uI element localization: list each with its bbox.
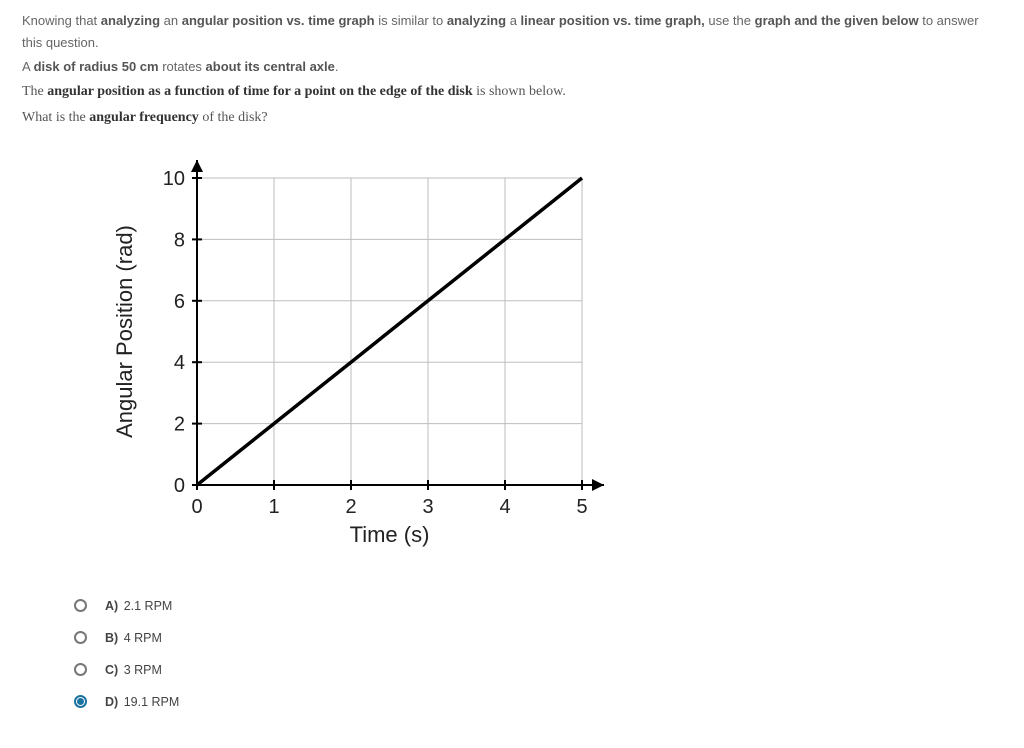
text-bold: angular position vs. time graph: [182, 13, 375, 28]
y-axis-arrow-icon: [191, 160, 203, 172]
answer-choices: A) 2.1 RPM B) 4 RPM C) 3 RPM D) 19.1 RPM: [74, 590, 1002, 718]
x-tick-label: 5: [576, 496, 587, 518]
radio-icon[interactable]: [74, 695, 87, 708]
radio-icon[interactable]: [74, 631, 87, 644]
text-bold: angular position as a function of time f…: [47, 84, 472, 99]
question-prompt: Knowing that analyzing an angular positi…: [22, 10, 1002, 130]
text: .: [335, 59, 339, 74]
text: an: [160, 13, 182, 28]
text-bold: about its central axle: [206, 59, 335, 74]
answer-letter: A): [105, 599, 118, 613]
text-bold: analyzing: [101, 13, 160, 28]
text: rotates: [159, 59, 206, 74]
text: is similar to: [375, 13, 447, 28]
prompt-line-2: A disk of radius 50 cm rotates about its…: [22, 56, 1002, 78]
answer-label: A) 2.1 RPM: [105, 599, 172, 613]
answer-choice[interactable]: A) 2.1 RPM: [74, 590, 1002, 622]
answer-text: 19.1 RPM: [124, 695, 180, 709]
y-tick-label: 8: [174, 229, 185, 251]
text: A: [22, 59, 34, 74]
radio-icon[interactable]: [74, 663, 87, 676]
text-bold: angular frequency: [89, 110, 199, 125]
y-tick-label: 4: [174, 352, 185, 374]
answer-choice[interactable]: D) 19.1 RPM: [74, 686, 1002, 718]
answer-label: D) 19.1 RPM: [105, 695, 179, 709]
answer-choice[interactable]: C) 3 RPM: [74, 654, 1002, 686]
text: Knowing that: [22, 13, 101, 28]
text-bold: graph and the given below: [755, 13, 919, 28]
y-axis-label: Angular Position (rad): [112, 225, 137, 438]
text: is shown below.: [473, 84, 566, 99]
text: of the disk?: [199, 110, 268, 125]
answer-label: B) 4 RPM: [105, 631, 162, 645]
x-tick-label: 4: [499, 496, 510, 518]
data-series-line: [197, 178, 582, 485]
answer-letter: B): [105, 631, 118, 645]
x-tick-label: 2: [345, 496, 356, 518]
prompt-line-4: What is the angular frequency of the dis…: [22, 106, 1002, 130]
y-tick-label: 6: [174, 291, 185, 313]
y-tick-label: 10: [163, 168, 185, 190]
text: The: [22, 84, 47, 99]
radio-icon[interactable]: [74, 599, 87, 612]
text-bold: linear position vs. time graph,: [521, 13, 705, 28]
chart-container: 0 1 2 3 4 5 0 2 4 6 8 10 Time (s) Angular Position (r…: [102, 160, 622, 560]
answer-choice[interactable]: B) 4 RPM: [74, 622, 1002, 654]
text-bold: analyzing: [447, 13, 506, 28]
x-axis-label: Time (s): [350, 522, 430, 547]
answer-letter: C): [105, 663, 118, 677]
y-tick-label: 2: [174, 413, 185, 435]
text: a: [506, 13, 520, 28]
angular-position-chart: 0 1 2 3 4 5 0 2 4 6 8 10 Time (s) Angular Position (r…: [102, 160, 622, 560]
text: use the: [705, 13, 755, 28]
answer-text: 4 RPM: [124, 631, 162, 645]
x-tick-label: 0: [191, 496, 202, 518]
text: What is the: [22, 110, 89, 125]
x-tick-label: 3: [422, 496, 433, 518]
y-tick-label: 0: [174, 475, 185, 497]
x-axis-arrow-icon: [592, 479, 604, 491]
answer-text: 3 RPM: [124, 663, 162, 677]
x-tick-label: 1: [268, 496, 279, 518]
answer-label: C) 3 RPM: [105, 663, 162, 677]
prompt-line-1: Knowing that analyzing an angular positi…: [22, 10, 1002, 54]
answer-letter: D): [105, 695, 118, 709]
answer-text: 2.1 RPM: [124, 599, 173, 613]
text-bold: disk of radius 50 cm: [34, 59, 159, 74]
prompt-line-3: The angular position as a function of ti…: [22, 80, 1002, 104]
